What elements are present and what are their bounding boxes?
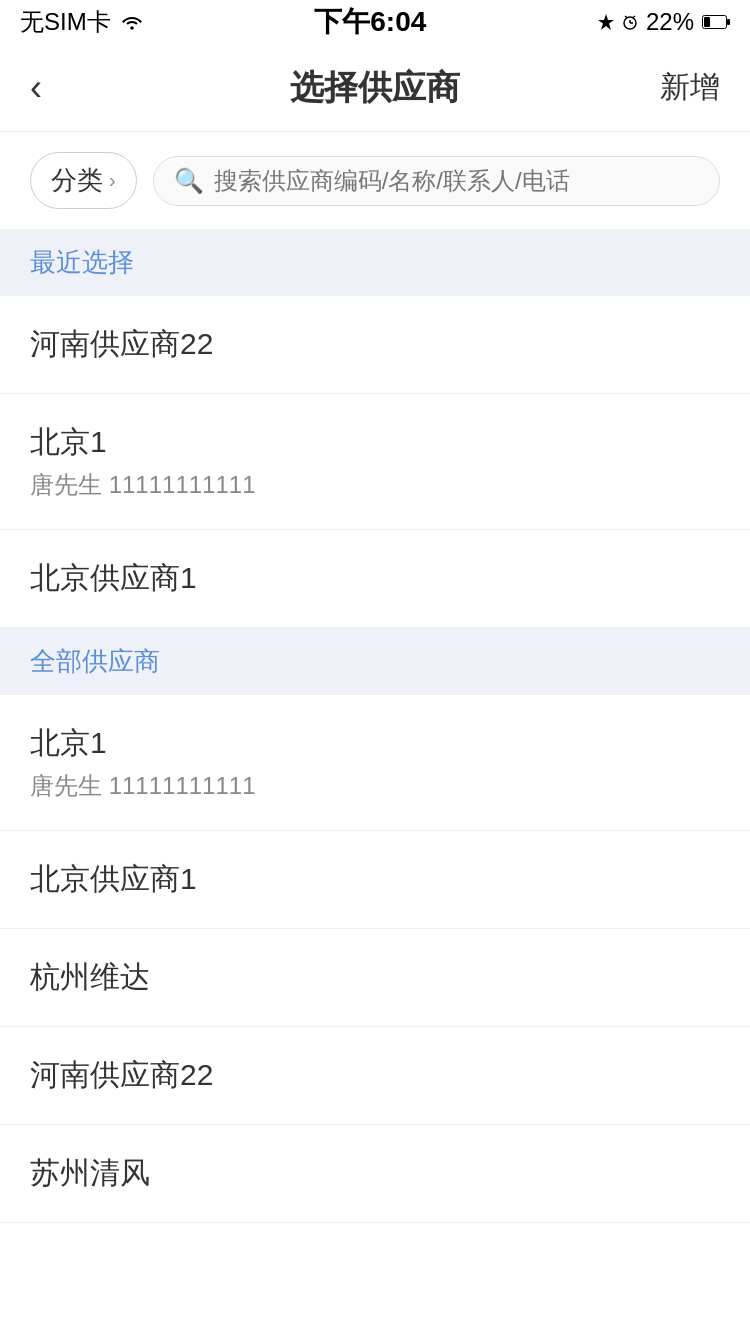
item-name: 北京1 [30,422,720,463]
sim-label: 无SIM卡 [20,6,111,38]
search-icon: 🔍 [174,167,204,195]
battery-level: 22% [646,8,694,36]
chevron-right-icon: › [109,169,116,192]
nav-bar: ‹ 选择供应商 新增 [0,44,750,132]
wifi-icon [121,14,143,30]
status-right: 22% [598,8,730,36]
category-label: 分类 [51,163,103,198]
item-name: 北京供应商1 [30,859,720,900]
page-title: 选择供应商 [290,65,460,111]
item-sub: 唐先生 11111111111 [30,469,720,501]
item-name: 北京1 [30,723,720,764]
svg-rect-8 [727,19,730,25]
all-section-header: 全部供应商 [0,628,750,695]
list-item[interactable]: 北京供应商1 [0,831,750,929]
location-icon [598,14,614,30]
svg-line-5 [632,16,635,18]
svg-rect-7 [704,17,710,27]
list-item[interactable]: 苏州清风 [0,1125,750,1223]
item-name: 河南供应商22 [30,1055,720,1096]
search-input[interactable] [214,167,699,195]
recent-section-label: 最近选择 [30,247,134,277]
status-bar: 无SIM卡 下午6:04 22% [0,0,750,44]
back-button[interactable]: ‹ [30,67,90,109]
status-time: 下午6:04 [314,3,426,41]
item-name: 杭州维达 [30,957,720,998]
category-button[interactable]: 分类 › [30,152,137,209]
list-item[interactable]: 河南供应商22 [0,296,750,394]
recent-section-header: 最近选择 [0,229,750,296]
add-button[interactable]: 新增 [660,67,720,108]
list-item[interactable]: 杭州维达 [0,929,750,1027]
recent-list: 河南供应商22 北京1 唐先生 11111111111 北京供应商1 [0,296,750,628]
all-section-label: 全部供应商 [30,646,160,676]
svg-point-0 [130,26,134,30]
list-item[interactable]: 北京1 唐先生 11111111111 [0,394,750,530]
item-sub: 唐先生 11111111111 [30,770,720,802]
list-item[interactable]: 北京供应商1 [0,530,750,628]
list-item[interactable]: 河南供应商22 [0,1027,750,1125]
alarm-icon [622,14,638,30]
svg-line-4 [625,16,628,18]
list-item[interactable]: 北京1 唐先生 11111111111 [0,695,750,831]
all-list: 北京1 唐先生 11111111111 北京供应商1 杭州维达河南供应商22 苏州清风 [0,695,750,1223]
status-left: 无SIM卡 [20,6,143,38]
item-name: 北京供应商1 [30,558,720,599]
search-box: 🔍 [153,156,720,206]
item-name: 河南供应商22 [30,324,720,365]
item-name: 苏州清风 [30,1153,720,1194]
filter-bar: 分类 › 🔍 [0,132,750,229]
battery-icon [702,15,730,29]
